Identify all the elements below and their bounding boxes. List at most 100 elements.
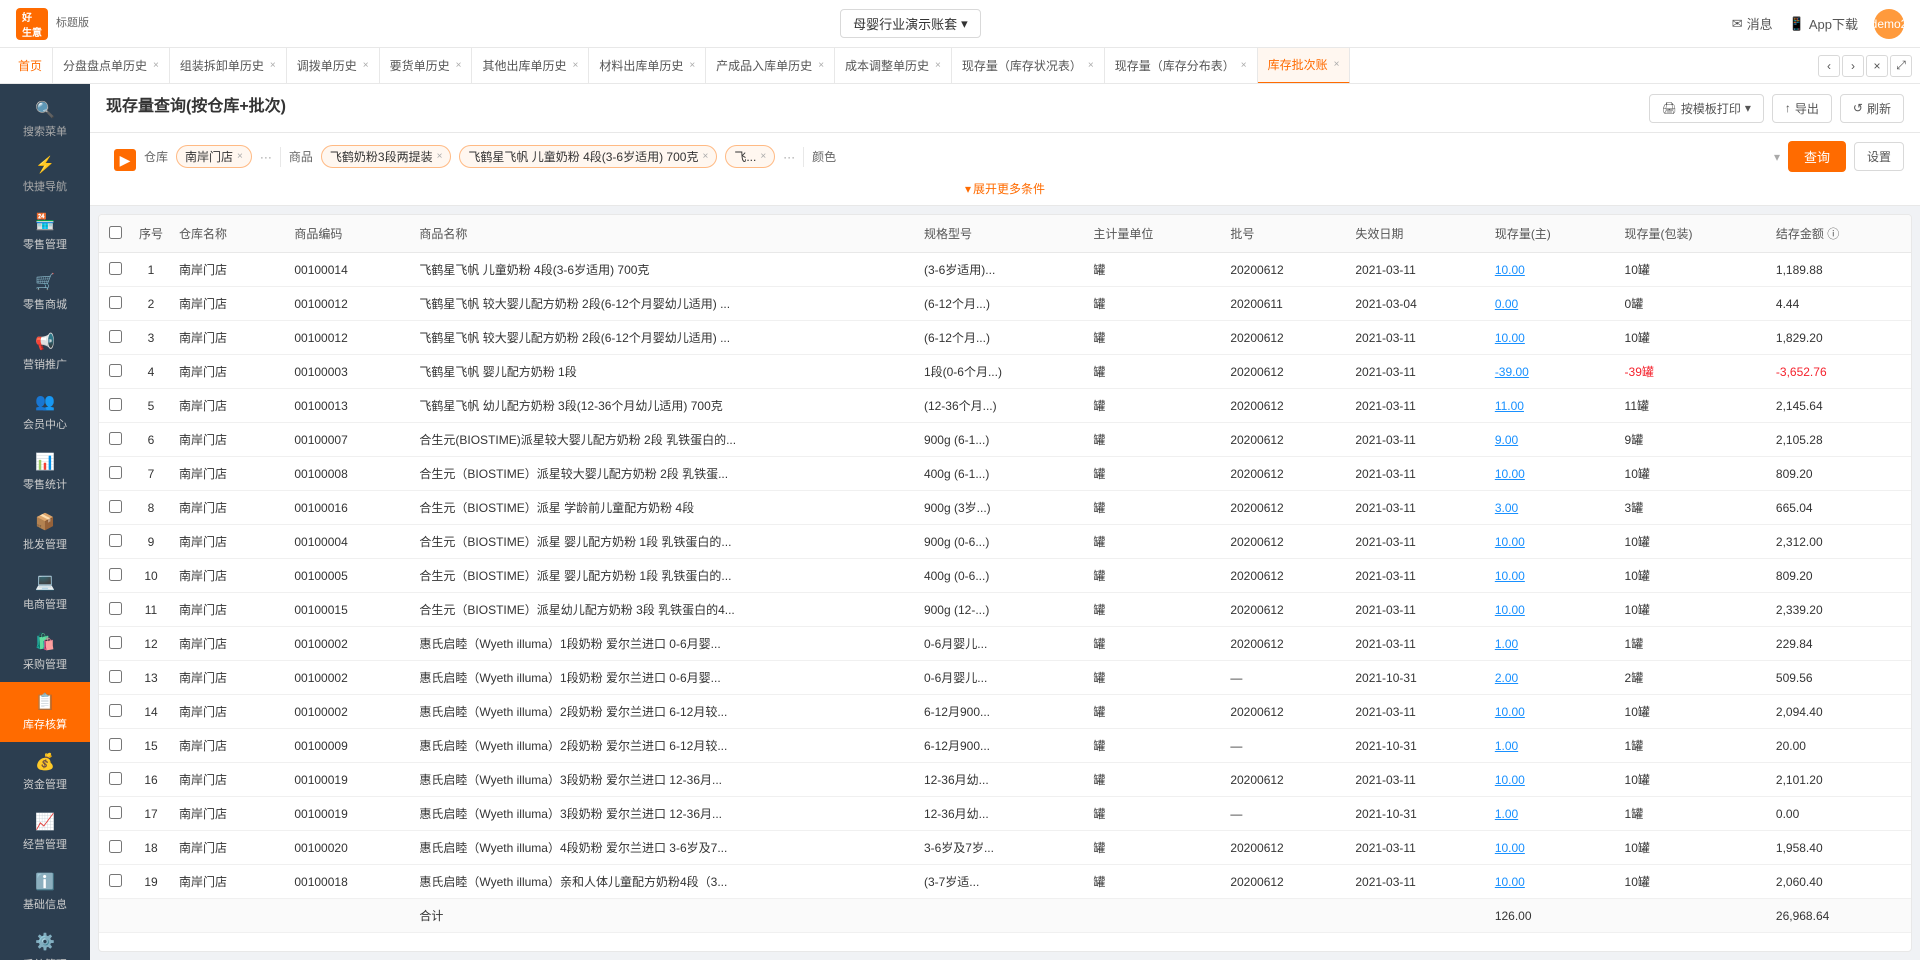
filter-expand-btn[interactable]: ▶ (114, 149, 136, 171)
product-tag-2[interactable]: 飞鹤星飞帆 儿童奶粉 4段(3-6岁适用) 700克 × (459, 145, 717, 168)
product-tag-3[interactable]: 飞... × (725, 145, 775, 168)
settings-btn[interactable]: 设置 (1854, 142, 1904, 171)
row-qty-6[interactable]: 10.00 (1487, 457, 1617, 491)
product-tag-2-remove[interactable]: × (702, 151, 708, 162)
sidebar-item-ecommerce[interactable]: 💻 电商管理 (0, 562, 90, 622)
row-qty-2[interactable]: 10.00 (1487, 321, 1617, 355)
row-qty-3[interactable]: -39.00 (1487, 355, 1617, 389)
tab-close-8[interactable]: × (935, 60, 941, 71)
row-qty-18[interactable]: 10.00 (1487, 865, 1617, 899)
sidebar-item-marketing[interactable]: 📢 营销推广 (0, 322, 90, 382)
sidebar-item-members[interactable]: 👥 会员中心 (0, 382, 90, 442)
tab-close-11[interactable]: × (1334, 59, 1340, 70)
tab-11[interactable]: 库存批次账 × (1258, 48, 1351, 84)
product-tag-3-remove[interactable]: × (760, 151, 766, 162)
sidebar-item-retail-stats[interactable]: 📊 零售统计 (0, 442, 90, 502)
row-checkbox-13[interactable] (99, 695, 131, 729)
row-qty-10[interactable]: 10.00 (1487, 593, 1617, 627)
sidebar-item-purchase[interactable]: 🛍️ 采购管理 (0, 622, 90, 682)
sidebar-item-operations[interactable]: 📈 经营管理 (0, 802, 90, 862)
row-qty-15[interactable]: 10.00 (1487, 763, 1617, 797)
row-qty-13[interactable]: 10.00 (1487, 695, 1617, 729)
row-checkbox-7[interactable] (99, 491, 131, 525)
col-checkbox-header[interactable] (99, 215, 131, 253)
tab-3[interactable]: 调拨单历史 × (287, 48, 380, 84)
store-selector[interactable]: 母婴行业演示账套 ▾ (840, 9, 981, 38)
row-checkbox-14[interactable] (99, 729, 131, 763)
tab-close-all-btn[interactable]: × (1866, 55, 1888, 77)
tab-close-7[interactable]: × (818, 60, 824, 71)
sidebar-item-retail-mall[interactable]: 🛒 零售商城 (0, 262, 90, 322)
row-qty-7[interactable]: 3.00 (1487, 491, 1617, 525)
select-all-checkbox[interactable] (109, 226, 122, 239)
tab-7[interactable]: 产成品入库单历史 × (706, 48, 835, 84)
tab-next-btn[interactable]: › (1842, 55, 1864, 77)
row-checkbox-9[interactable] (99, 559, 131, 593)
tab-prev-btn[interactable]: ‹ (1818, 55, 1840, 77)
row-checkbox-3[interactable] (99, 355, 131, 389)
tab-1[interactable]: 分盘盘点单历史 × (53, 48, 170, 84)
product-tag-1[interactable]: 飞鹤奶粉3段两提装 × (321, 145, 452, 168)
color-dropdown-icon[interactable]: ▾ (1774, 150, 1780, 164)
sidebar-item-system[interactable]: ⚙️ 系统管理 (0, 922, 90, 960)
tab-maximize-btn[interactable]: ⤢ (1890, 55, 1912, 77)
row-checkbox-0[interactable] (99, 253, 131, 287)
row-qty-11[interactable]: 1.00 (1487, 627, 1617, 661)
row-qty-4[interactable]: 11.00 (1487, 389, 1617, 423)
tab-close-1[interactable]: × (153, 60, 159, 71)
row-checkbox-10[interactable] (99, 593, 131, 627)
tab-9[interactable]: 现存量（库存状况表）× (952, 48, 1105, 84)
row-checkbox-5[interactable] (99, 423, 131, 457)
tab-close-4[interactable]: × (456, 60, 462, 71)
warehouse-remove-btn[interactable]: × (237, 151, 243, 162)
sidebar-item-wholesale[interactable]: 📦 批发管理 (0, 502, 90, 562)
tab-close-10[interactable]: × (1241, 60, 1247, 71)
sidebar-item-nav[interactable]: ⚡ 快捷导航 (0, 147, 90, 202)
row-checkbox-6[interactable] (99, 457, 131, 491)
tab-6[interactable]: 材料出库单历史 × (589, 48, 706, 84)
row-checkbox-17[interactable] (99, 831, 131, 865)
tab-close-6[interactable]: × (689, 60, 695, 71)
row-checkbox-15[interactable] (99, 763, 131, 797)
print-template-btn[interactable]: 🖨 按模板打印 ▾ (1649, 94, 1764, 123)
row-checkbox-2[interactable] (99, 321, 131, 355)
sidebar-item-retail-mgmt[interactable]: 🏪 零售管理 (0, 202, 90, 262)
product-tag-1-remove[interactable]: × (437, 151, 443, 162)
tab-home[interactable]: 首页 (8, 48, 53, 84)
expand-conditions-btn[interactable]: ▾ 展开更多条件 (965, 180, 1045, 197)
tab-close-2[interactable]: × (270, 60, 276, 71)
sidebar-item-inventory[interactable]: 📋 库存核算 (0, 682, 90, 742)
row-checkbox-16[interactable] (99, 797, 131, 831)
row-checkbox-4[interactable] (99, 389, 131, 423)
warehouse-tag[interactable]: 南岸门店 × (176, 145, 252, 168)
row-qty-0[interactable]: 10.00 (1487, 253, 1617, 287)
row-qty-14[interactable]: 1.00 (1487, 729, 1617, 763)
row-checkbox-18[interactable] (99, 865, 131, 899)
message-btn[interactable]: ✉ 消息 (1732, 14, 1773, 33)
query-btn[interactable]: 查询 (1788, 141, 1846, 172)
row-qty-8[interactable]: 10.00 (1487, 525, 1617, 559)
tab-10[interactable]: 现存量（库存分布表）× (1105, 48, 1258, 84)
export-btn[interactable]: ↑ 导出 (1772, 94, 1832, 123)
tab-2[interactable]: 组装拆卸单历史 × (170, 48, 287, 84)
tab-close-5[interactable]: × (572, 60, 578, 71)
app-download-btn[interactable]: 📱 App下载 (1789, 14, 1858, 33)
row-checkbox-8[interactable] (99, 525, 131, 559)
tab-8[interactable]: 成本调整单历史 × (835, 48, 952, 84)
row-qty-1[interactable]: 0.00 (1487, 287, 1617, 321)
row-checkbox-1[interactable] (99, 287, 131, 321)
tab-close-3[interactable]: × (363, 60, 369, 71)
sidebar-item-basic-info[interactable]: ℹ️ 基础信息 (0, 862, 90, 922)
row-qty-5[interactable]: 9.00 (1487, 423, 1617, 457)
row-checkbox-11[interactable] (99, 627, 131, 661)
sidebar-item-search[interactable]: 🔍 搜索菜单 (0, 92, 90, 147)
refresh-btn[interactable]: ↺ 刷新 (1840, 94, 1904, 123)
tab-5[interactable]: 其他出库单历史 × (472, 48, 589, 84)
avatar[interactable]: demo2 (1874, 9, 1904, 39)
row-checkbox-12[interactable] (99, 661, 131, 695)
row-qty-17[interactable]: 10.00 (1487, 831, 1617, 865)
sidebar-item-finance[interactable]: 💰 资金管理 (0, 742, 90, 802)
row-qty-9[interactable]: 10.00 (1487, 559, 1617, 593)
tab-close-9[interactable]: × (1088, 60, 1094, 71)
tab-4[interactable]: 要货单历史 × (380, 48, 473, 84)
